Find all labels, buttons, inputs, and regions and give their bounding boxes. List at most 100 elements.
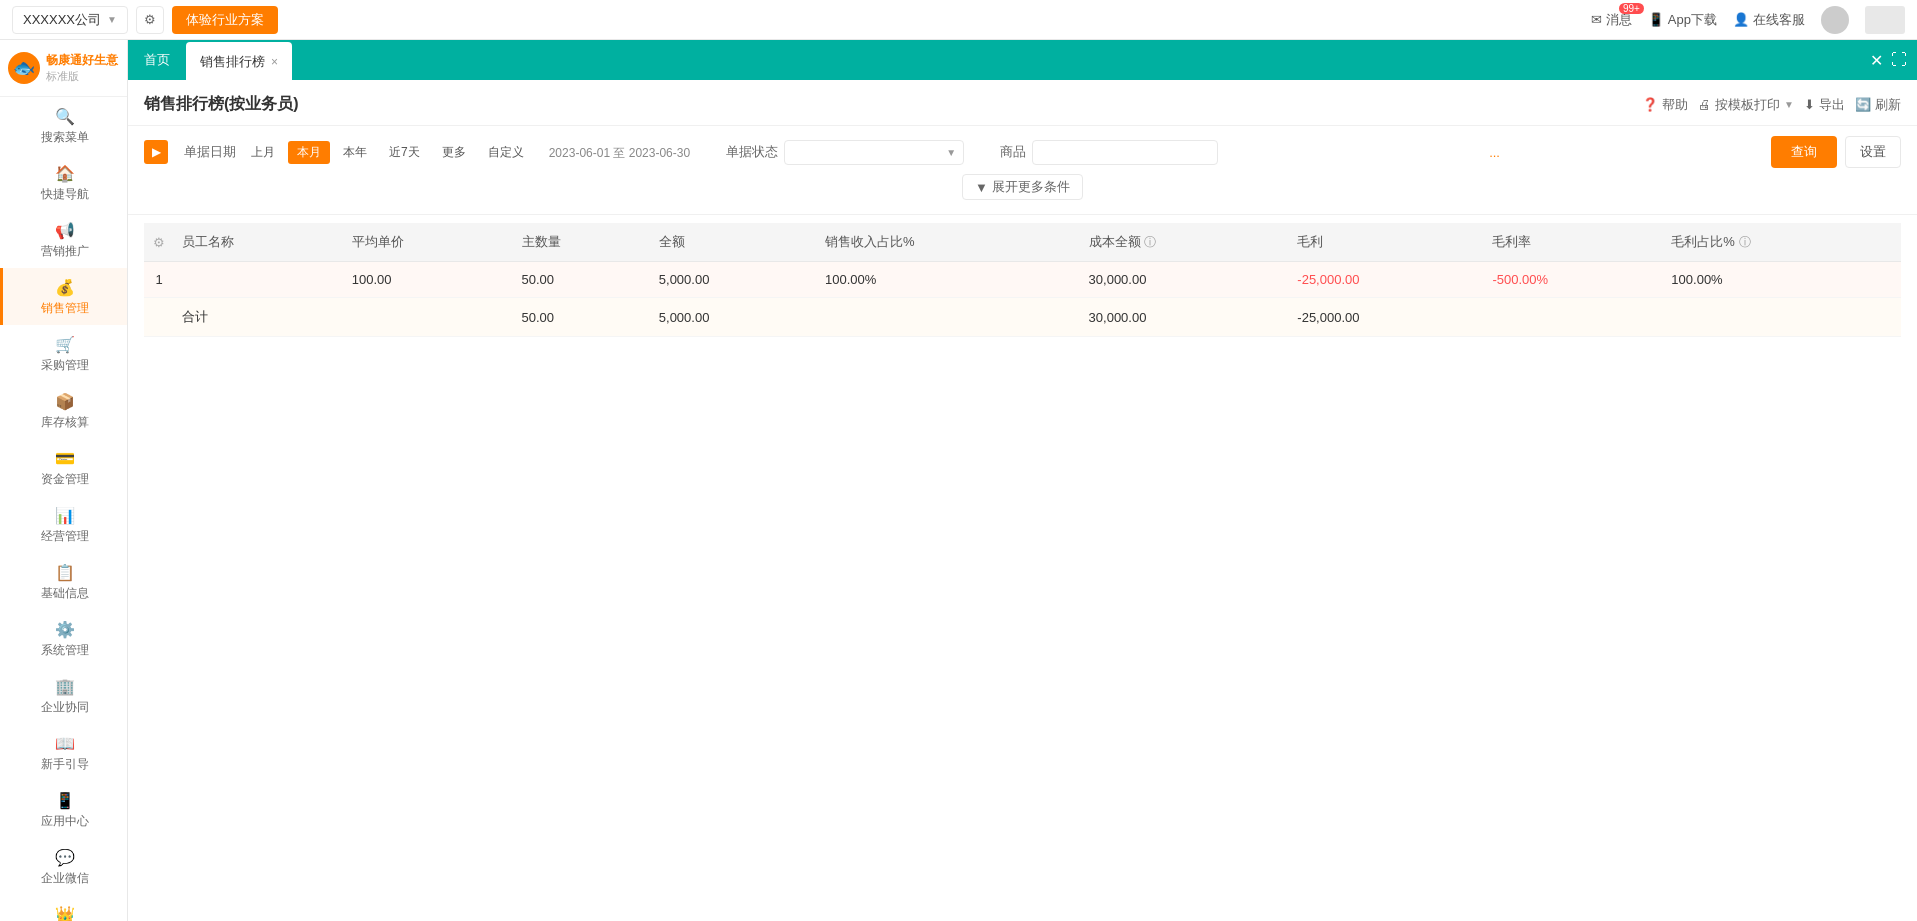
settings-button[interactable]: 设置: [1845, 136, 1901, 168]
sidebar-item-guide[interactable]: 📖 新手引导: [0, 724, 127, 781]
export-button[interactable]: ⬇ 导出: [1804, 96, 1845, 114]
arrow-icon: ▶: [152, 145, 161, 159]
content-area: 首页 销售排行榜 × ✕ ⛶ 销售排行榜(按业务员) ❓: [128, 40, 1917, 921]
tf-profit-pct: [1663, 298, 1901, 337]
system-icon: ⚙️: [55, 620, 75, 639]
sidebar-item-label: 企业微信: [41, 870, 89, 887]
goods-input[interactable]: [1032, 140, 1218, 165]
td-main-qty: 50.00: [514, 262, 651, 298]
basic-info-icon: 📋: [55, 563, 75, 582]
page-header: 销售排行榜(按业务员) ❓ 帮助 🖨 按模板打印 ▼ ⬇: [128, 80, 1917, 126]
query-button[interactable]: 查询: [1771, 136, 1837, 168]
filter-expand-arrow[interactable]: ▶: [144, 140, 168, 164]
trial-button[interactable]: 体验行业方案: [172, 6, 278, 34]
finance-icon: 💳: [55, 449, 75, 468]
tf-profit-rate: [1484, 298, 1663, 337]
status-select[interactable]: [784, 140, 964, 165]
sidebar-item-operations[interactable]: 📊 经营管理: [0, 496, 127, 553]
date-range-text: 2023-06-01 至 2023-06-30: [549, 145, 690, 162]
sidebar-item-enterprise[interactable]: 🏢 企业协同: [0, 667, 127, 724]
sidebar-item-inventory[interactable]: 📦 库存核算: [0, 382, 127, 439]
th-profit: 毛利: [1289, 223, 1484, 262]
th-main-qty: 主数量: [514, 223, 651, 262]
sidebar-item-label: 销售管理: [41, 300, 89, 317]
sidebar-item-marketing[interactable]: 📢 营销推广: [0, 211, 127, 268]
sidebar-item-system[interactable]: ⚙️ 系统管理: [0, 610, 127, 667]
online-service-button[interactable]: 👤 在线客服: [1733, 11, 1805, 29]
message-badge: 99+: [1619, 3, 1644, 14]
top-bar-right: ✉ 消息 99+ 📱 App下载 👤 在线客服: [1591, 6, 1905, 34]
sidebar-item-member[interactable]: 👑 畅会员: [0, 895, 127, 921]
sidebar-item-basic-info[interactable]: 📋 基础信息: [0, 553, 127, 610]
sidebar-item-label: 系统管理: [41, 642, 89, 659]
sidebar-item-purchase[interactable]: 🛒 采购管理: [0, 325, 127, 382]
td-sales-pct: 100.00%: [817, 262, 1081, 298]
profit-pct-info-icon[interactable]: ⓘ: [1739, 235, 1751, 249]
sidebar-item-label: 应用中心: [41, 813, 89, 830]
print-dropdown-icon: ▼: [1784, 99, 1794, 110]
expand-down-icon: ▼: [975, 180, 988, 195]
date-btn-current-month[interactable]: 本月: [288, 141, 330, 164]
sidebar-item-app-center[interactable]: 📱 应用中心: [0, 781, 127, 838]
column-settings-icon[interactable]: ⚙: [153, 235, 165, 250]
tab-close-all-icon[interactable]: ✕: [1870, 51, 1883, 70]
avatar[interactable]: [1821, 6, 1849, 34]
action-buttons: 查询 设置: [1771, 136, 1901, 168]
tf-label: 合计: [174, 298, 344, 337]
company-selector[interactable]: XXXXXX公司 ▼: [12, 6, 128, 34]
purchase-icon: 🛒: [55, 335, 75, 354]
more-filters-button[interactable]: ...: [1489, 145, 1500, 160]
date-btn-custom[interactable]: 自定义: [479, 141, 533, 164]
settings-icon[interactable]: ⚙: [136, 6, 164, 34]
top-bar: XXXXXX公司 ▼ ⚙ 体验行业方案 ✉ 消息 99+ 📱 App下载 👤 在…: [0, 0, 1917, 40]
th-settings: ⚙: [144, 223, 174, 262]
cost-info-icon[interactable]: ⓘ: [1144, 235, 1156, 249]
logo-icon: 🐟: [8, 52, 40, 84]
sidebar-item-search[interactable]: 🔍 搜索菜单: [0, 97, 127, 154]
td-employee: [174, 262, 344, 298]
print-button[interactable]: 🖨 按模板打印 ▼: [1698, 96, 1794, 114]
logo-area: 🐟 畅康通好生意 标准版: [0, 40, 127, 97]
expand-row: ▼ 展开更多条件: [144, 168, 1901, 204]
sidebar-item-finance[interactable]: 💳 资金管理: [0, 439, 127, 496]
td-avg-price: 100.00: [344, 262, 514, 298]
sidebar-item-quick-nav[interactable]: 🏠 快捷导航: [0, 154, 127, 211]
expand-conditions-button[interactable]: ▼ 展开更多条件: [962, 174, 1083, 200]
tf-empty: [144, 298, 174, 337]
td-rank: 1: [144, 262, 174, 298]
app-download-button[interactable]: 📱 App下载: [1648, 11, 1717, 29]
date-btn-current-year[interactable]: 本年: [334, 141, 376, 164]
help-button[interactable]: ❓ 帮助: [1642, 96, 1688, 114]
td-profit: -25,000.00: [1289, 262, 1484, 298]
guide-icon: 📖: [55, 734, 75, 753]
sidebar-item-label: 搜索菜单: [41, 129, 89, 146]
sidebar-item-wechat[interactable]: 💬 企业微信: [0, 838, 127, 895]
sidebar-item-sales[interactable]: 💰 销售管理: [0, 268, 127, 325]
search-icon: 🔍: [55, 107, 75, 126]
status-filter: 单据状态: [726, 140, 964, 165]
th-profit-pct: 毛利占比% ⓘ: [1663, 223, 1901, 262]
operations-icon: 📊: [55, 506, 75, 525]
date-btn-more[interactable]: 更多: [433, 141, 475, 164]
date-btn-7days[interactable]: 近7天: [380, 141, 429, 164]
sidebar-item-label: 基础信息: [41, 585, 89, 602]
tab-home[interactable]: 首页: [128, 40, 186, 80]
tab-close-icon[interactable]: ×: [271, 55, 278, 69]
print-icon: 🖨: [1698, 97, 1711, 112]
table-footer-row: 合计 50.00 5,000.00 30,000.00 -25,000.00: [144, 298, 1901, 337]
top-bar-left: XXXXXX公司 ▼ ⚙ 体验行业方案: [12, 6, 278, 34]
sidebar-item-label: 库存核算: [41, 414, 89, 431]
help-icon: ❓: [1642, 97, 1658, 112]
marketing-icon: 📢: [55, 221, 75, 240]
tf-cost-total: 30,000.00: [1081, 298, 1290, 337]
tab-fullscreen-icon[interactable]: ⛶: [1891, 51, 1907, 69]
filter-area: ▶ 单据日期 上月 本月 本年 近7天 更多 自定义: [128, 126, 1917, 215]
message-button[interactable]: ✉ 消息 99+: [1591, 11, 1632, 29]
date-btn-prev-month[interactable]: 上月: [242, 141, 284, 164]
page-inner: 销售排行榜(按业务员) ❓ 帮助 🖨 按模板打印 ▼ ⬇: [128, 80, 1917, 921]
sidebar-item-label: 采购管理: [41, 357, 89, 374]
refresh-button[interactable]: 🔄 刷新: [1855, 96, 1901, 114]
inventory-icon: 📦: [55, 392, 75, 411]
tab-sales-ranking[interactable]: 销售排行榜 ×: [186, 42, 292, 82]
header-actions: ❓ 帮助 🖨 按模板打印 ▼ ⬇ 导出 🔄: [1642, 96, 1901, 114]
